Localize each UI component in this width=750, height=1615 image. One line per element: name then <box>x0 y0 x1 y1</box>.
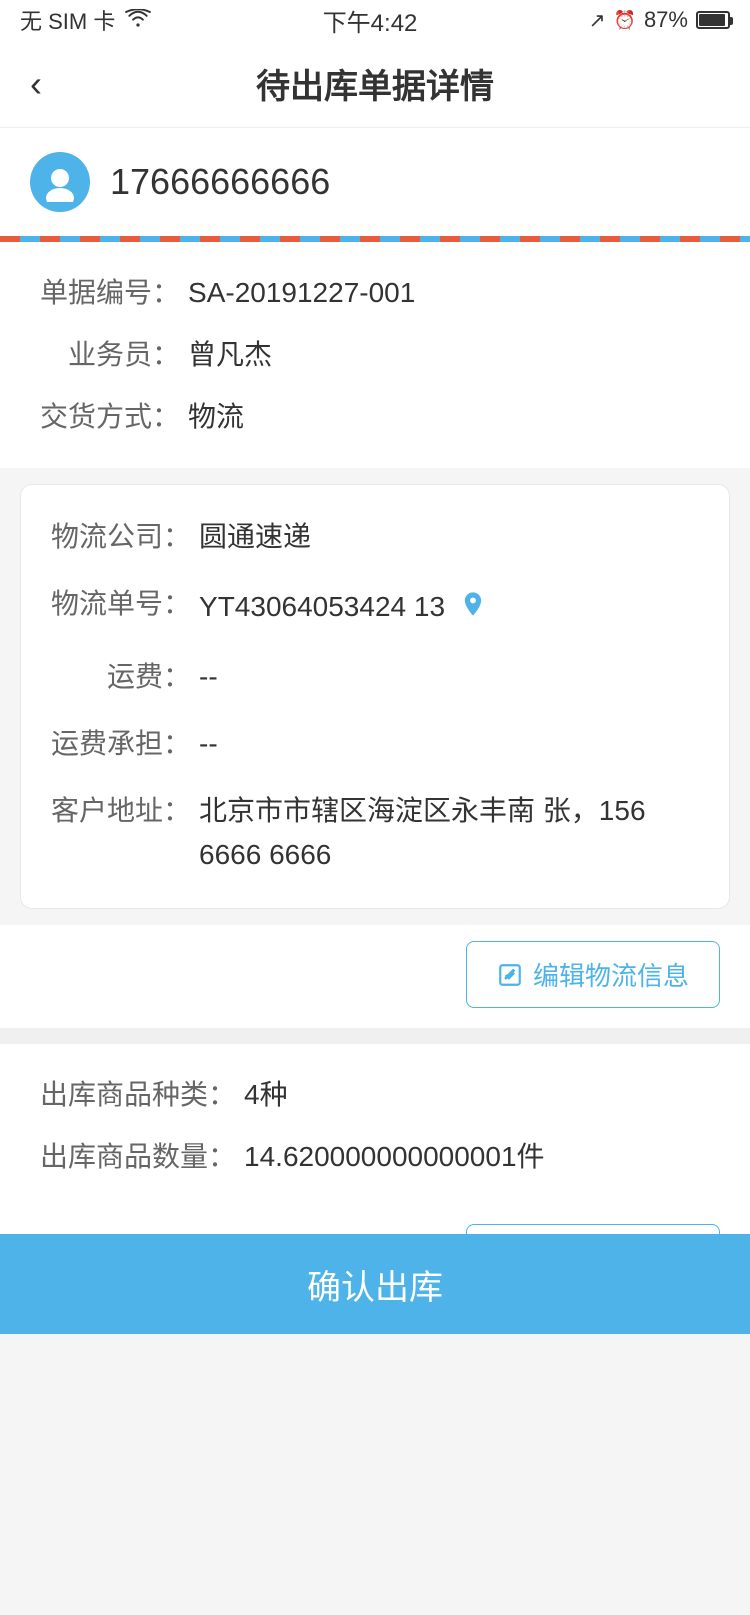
battery-text: 87% <box>644 7 688 33</box>
location-icon: ↗ <box>589 8 606 33</box>
tracking-number-value-container: YT43064053424 13 <box>191 582 699 633</box>
content-spacer <box>0 1315 750 1515</box>
edit-logistics-container: 编辑物流信息 <box>0 925 750 1028</box>
logistics-company-label: 物流公司： <box>51 515 191 560</box>
goods-type-label: 出库商品种类： <box>40 1074 236 1116</box>
goods-type-row: 出库商品种类： 4种 <box>40 1074 710 1116</box>
goods-quantity-label: 出库商品数量： <box>40 1136 236 1178</box>
tracking-number-label: 物流单号： <box>51 582 191 627</box>
status-left: 无 SIM 卡 <box>20 4 151 36</box>
back-button[interactable]: ‹ <box>30 63 80 105</box>
customer-address-row: 客户地址： 北京市市辖区海淀区永丰南 张，156 6666 6666 <box>51 789 699 879</box>
section-separator <box>0 1028 750 1044</box>
freight-label: 运费： <box>51 655 191 700</box>
order-number-value: SA-20191227-001 <box>180 272 710 314</box>
logistics-card: 物流公司： 圆通速递 物流单号： YT43064053424 13 运费： --… <box>20 484 730 909</box>
status-bar: 无 SIM 卡 下午4:42 ↗ ⏰ 87% <box>0 0 750 40</box>
salesman-label: 业务员： <box>40 334 180 376</box>
order-number-row: 单据编号： SA-20191227-001 <box>40 272 710 314</box>
wifi-icon <box>125 7 151 33</box>
freight-bear-label: 运费承担： <box>51 722 191 767</box>
page-title: 待出库单据详情 <box>256 59 494 108</box>
confirm-outbound-button[interactable]: 确认出库 <box>0 1260 750 1309</box>
tracking-location-icon[interactable] <box>459 582 487 633</box>
battery-icon <box>696 11 730 29</box>
customer-address-value: 北京市市辖区海淀区永丰南 张，156 6666 6666 <box>191 789 699 879</box>
goods-quantity-row: 出库商品数量： 14.620000000000001件 <box>40 1136 710 1178</box>
order-number-label: 单据编号： <box>40 272 180 314</box>
customer-phone: 17666666666 <box>110 161 330 203</box>
customer-header: 17666666666 <box>0 128 750 236</box>
bottom-bar: 确认出库 <box>0 1234 750 1334</box>
alarm-icon: ⏰ <box>614 10 636 31</box>
status-right: ↗ ⏰ 87% <box>589 7 730 33</box>
edit-logistics-label: 编辑物流信息 <box>533 956 689 993</box>
delivery-value: 物流 <box>180 396 710 438</box>
goods-type-value: 4种 <box>236 1074 710 1116</box>
edit-logistics-button[interactable]: 编辑物流信息 <box>466 941 720 1008</box>
freight-bear-row: 运费承担： -- <box>51 722 699 767</box>
logistics-company-value: 圆通速递 <box>191 515 699 560</box>
freight-value: -- <box>191 655 699 700</box>
basic-info-section: 单据编号： SA-20191227-001 业务员： 曾凡杰 交货方式： 物流 <box>0 242 750 468</box>
salesman-row: 业务员： 曾凡杰 <box>40 334 710 376</box>
delivery-label: 交货方式： <box>40 396 180 438</box>
delivery-row: 交货方式： 物流 <box>40 396 710 438</box>
customer-avatar <box>30 152 90 212</box>
freight-row: 运费： -- <box>51 655 699 700</box>
logistics-company-row: 物流公司： 圆通速递 <box>51 515 699 560</box>
goods-quantity-value: 14.620000000000001件 <box>236 1136 710 1178</box>
salesman-value: 曾凡杰 <box>180 334 710 376</box>
nav-bar: ‹ 待出库单据详情 <box>0 40 750 128</box>
tracking-number-row: 物流单号： YT43064053424 13 <box>51 582 699 633</box>
tracking-number-value: YT43064053424 13 <box>199 585 445 630</box>
goods-section: 出库商品种类： 4种 出库商品数量： 14.620000000000001件 <box>0 1044 750 1208</box>
status-time: 下午4:42 <box>323 3 418 38</box>
freight-bear-value: -- <box>191 722 699 767</box>
carrier-text: 无 SIM 卡 <box>20 4 115 36</box>
customer-address-label: 客户地址： <box>51 789 191 834</box>
